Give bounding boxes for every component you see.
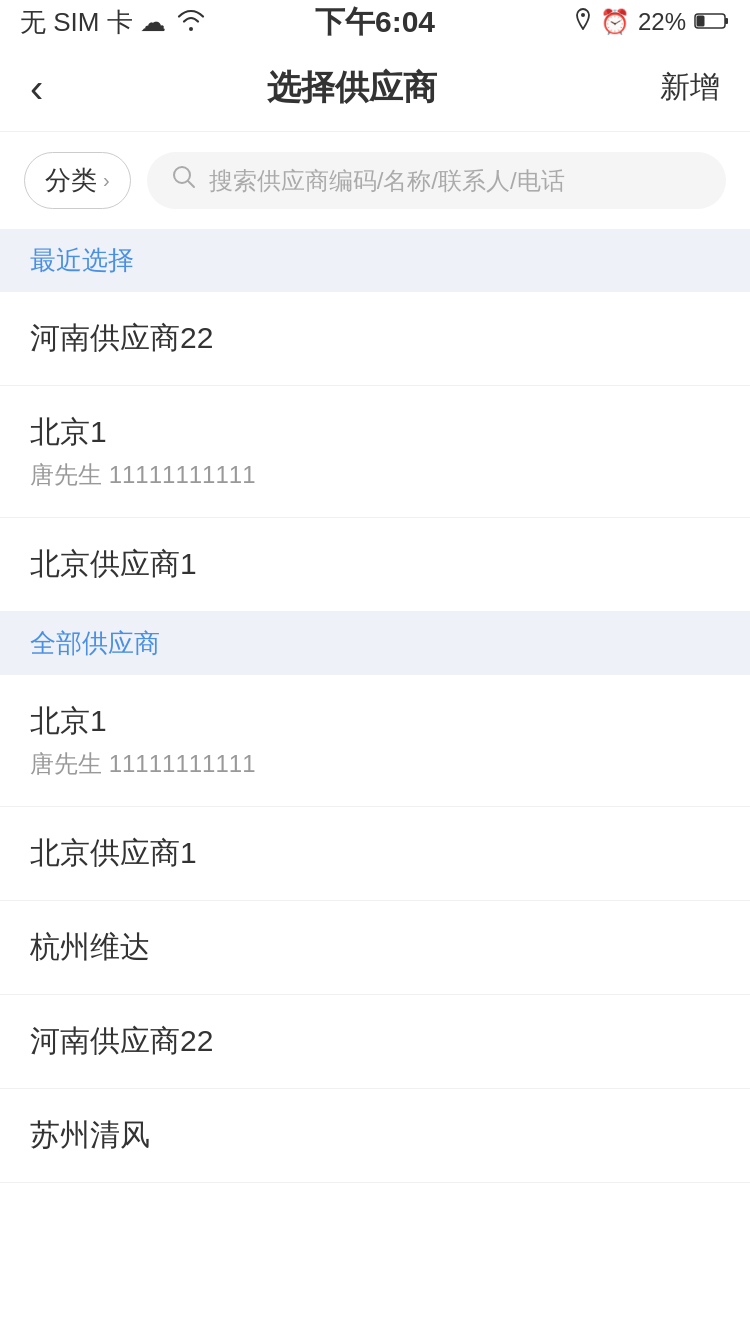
list-item[interactable]: 杭州维达 xyxy=(0,901,750,995)
recent-label: 最近选择 xyxy=(30,245,134,275)
battery-icon xyxy=(694,8,730,36)
item-name: 北京供应商1 xyxy=(30,833,720,874)
list-item[interactable]: 河南供应商22 xyxy=(0,292,750,386)
item-name: 北京1 xyxy=(30,701,720,742)
status-bar: 无 SIM 卡 ☁ 下午6:04 ⏰ 22% xyxy=(0,0,750,44)
chevron-right-icon: › xyxy=(103,169,110,192)
item-name: 河南供应商22 xyxy=(30,318,720,359)
wifi-icon xyxy=(176,7,206,38)
battery-text: 22% xyxy=(638,8,686,36)
recent-section-header: 最近选择 xyxy=(0,229,750,292)
item-name: 河南供应商22 xyxy=(30,1021,720,1062)
all-section-header: 全部供应商 xyxy=(0,612,750,675)
list-item[interactable]: 北京供应商1 xyxy=(0,518,750,612)
list-item[interactable]: 北京供应商1 xyxy=(0,807,750,901)
list-item[interactable]: 苏州清风 xyxy=(0,1089,750,1183)
item-name: 苏州清风 xyxy=(30,1115,720,1156)
item-sub: 唐先生 11111111111 xyxy=(30,459,720,491)
page-title: 选择供应商 xyxy=(267,65,437,111)
svg-rect-2 xyxy=(725,18,728,24)
search-input[interactable] xyxy=(209,167,702,195)
svg-point-0 xyxy=(581,13,585,17)
recent-list: 河南供应商22 北京1 唐先生 11111111111 北京供应商1 xyxy=(0,292,750,612)
sim-label: 无 SIM 卡 ☁ xyxy=(20,5,166,40)
location-icon xyxy=(574,8,592,36)
status-time: 下午6:04 xyxy=(315,2,435,43)
list-item[interactable]: 北京1 唐先生 11111111111 xyxy=(0,675,750,807)
status-right: ⏰ 22% xyxy=(574,8,730,36)
category-label: 分类 xyxy=(45,163,97,198)
category-button[interactable]: 分类 › xyxy=(24,152,131,209)
back-button[interactable]: ‹ xyxy=(30,68,43,108)
nav-bar: ‹ 选择供应商 新增 xyxy=(0,44,750,132)
search-icon xyxy=(171,164,197,197)
add-button[interactable]: 新增 xyxy=(660,67,720,108)
item-sub: 唐先生 11111111111 xyxy=(30,748,720,780)
item-name: 北京1 xyxy=(30,412,720,453)
status-left: 无 SIM 卡 ☁ xyxy=(20,5,206,40)
list-item[interactable]: 北京1 唐先生 11111111111 xyxy=(0,386,750,518)
search-bar: 分类 › xyxy=(0,132,750,229)
list-item[interactable]: 河南供应商22 xyxy=(0,995,750,1089)
item-name: 杭州维达 xyxy=(30,927,720,968)
all-list: 北京1 唐先生 11111111111 北京供应商1 杭州维达河南供应商22 苏州清风 xyxy=(0,675,750,1183)
item-name: 北京供应商1 xyxy=(30,544,720,585)
search-input-wrap[interactable] xyxy=(147,152,726,209)
all-label: 全部供应商 xyxy=(30,628,160,658)
svg-rect-3 xyxy=(697,16,705,27)
alarm-icon: ⏰ xyxy=(600,8,630,36)
